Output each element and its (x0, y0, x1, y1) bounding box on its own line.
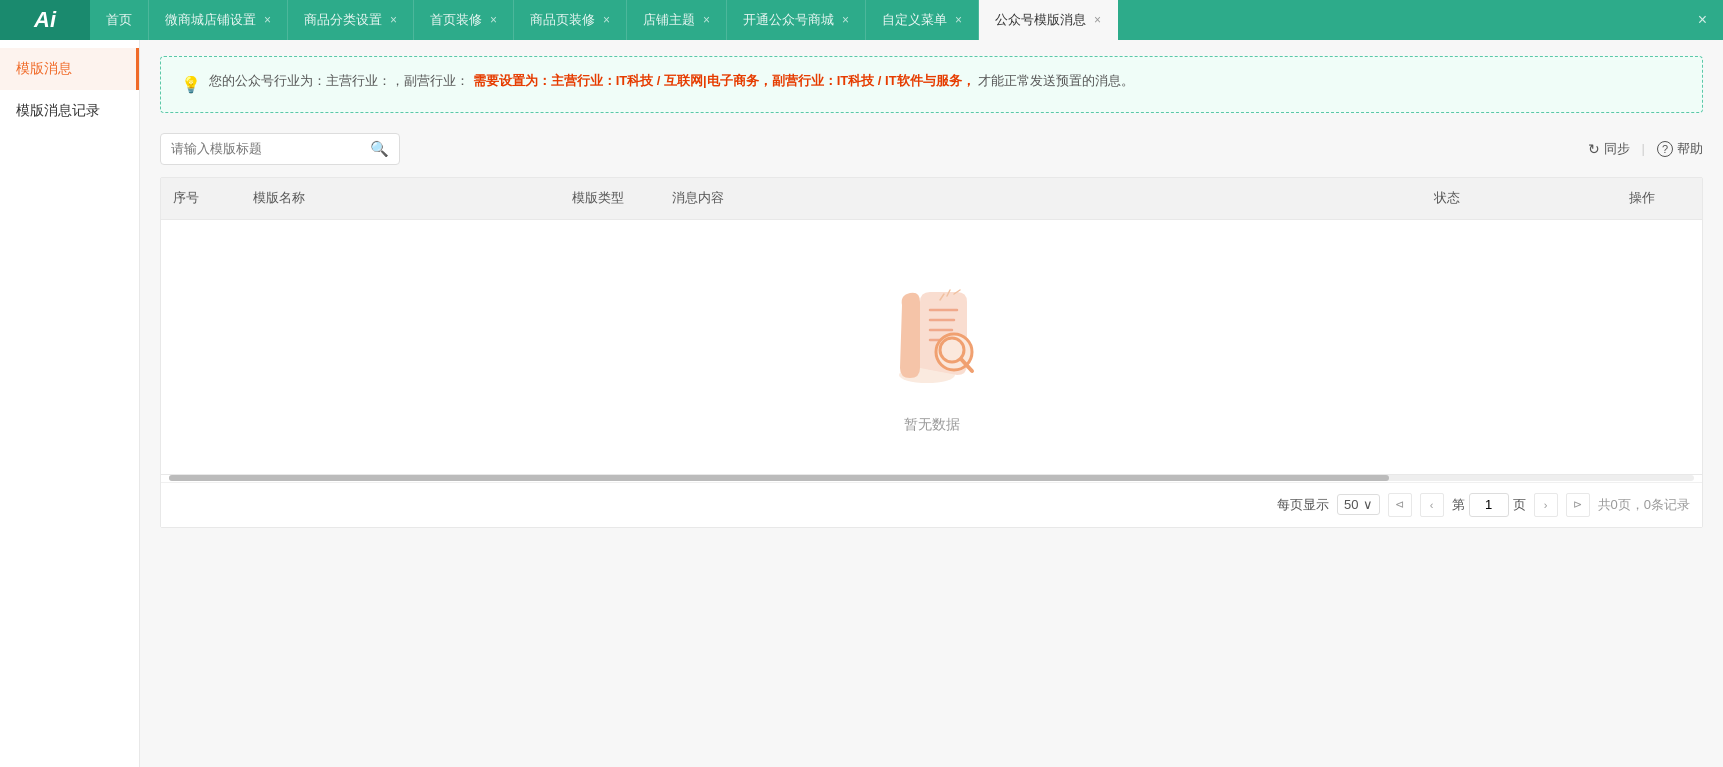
col-action: 操作 (1582, 189, 1702, 207)
sidebar-item-template-msg-log[interactable]: 模版消息记录 (0, 90, 139, 132)
close-tab-category-settings[interactable]: × (390, 14, 397, 26)
search-row: 🔍 ↻ 同步 | ? 帮助 (160, 133, 1703, 165)
close-tab-home-decor[interactable]: × (490, 14, 497, 26)
notice-box: 💡 您的公众号行业为：主营行业：，副营行业： 需要设置为：主营行业：IT科技 /… (160, 56, 1703, 113)
help-label: 帮助 (1677, 140, 1703, 158)
page-di-label: 第 (1452, 496, 1465, 514)
total-info: 共0页，0条记录 (1598, 496, 1690, 514)
next-page-button[interactable]: › (1534, 493, 1558, 517)
page-size-label: 每页显示 (1277, 496, 1329, 514)
nav-tabs: 首页微商城店铺设置×商品分类设置×首页装修×商品页装修×店铺主题×开通公众号商城… (90, 0, 1682, 40)
top-nav: Ai 首页微商城店铺设置×商品分类设置×首页装修×商品页装修×店铺主题×开通公众… (0, 0, 1723, 40)
notice-suffix: 才能正常发送预置的消息。 (978, 73, 1134, 88)
first-page-button[interactable]: ⊲ (1388, 493, 1412, 517)
page-size-select[interactable]: 50 ∨ (1337, 494, 1379, 515)
current-page-input[interactable] (1469, 493, 1509, 517)
page-input-group: 第 页 (1452, 493, 1526, 517)
nav-tab-shop-theme[interactable]: 店铺主题× (627, 0, 727, 40)
main-layout: 模版消息模版消息记录 💡 您的公众号行业为：主营行业：，副营行业： 需要设置为：… (0, 40, 1723, 767)
empty-state: 暂无数据 (161, 220, 1702, 474)
main-content: 💡 您的公众号行业为：主营行业：，副营行业： 需要设置为：主营行业：IT科技 /… (140, 40, 1723, 767)
empty-illustration (872, 280, 992, 400)
notice-icon: 💡 (181, 72, 201, 98)
close-tab-shop-settings[interactable]: × (264, 14, 271, 26)
sync-icon: ↻ (1588, 141, 1600, 157)
close-tab-template-msg[interactable]: × (1094, 14, 1101, 26)
nav-tab-shop-settings[interactable]: 微商城店铺设置× (149, 0, 288, 40)
empty-text: 暂无数据 (904, 416, 960, 434)
pagination: 每页显示 50 ∨ ⊲ ‹ 第 页 › ⊳ 共0页，0条记录 (161, 482, 1702, 527)
app-logo: Ai (0, 0, 90, 40)
search-input-wrap[interactable]: 🔍 (160, 133, 400, 165)
close-tab-shop-theme[interactable]: × (703, 14, 710, 26)
col-name: 模版名称 (241, 189, 560, 207)
col-content: 消息内容 (660, 189, 1422, 207)
close-tab-open-mall[interactable]: × (842, 14, 849, 26)
sidebar-item-template-msg[interactable]: 模版消息 (0, 48, 139, 90)
horizontal-scrollbar[interactable] (161, 474, 1702, 482)
scroll-thumb (169, 475, 1389, 481)
nav-tab-category-settings[interactable]: 商品分类设置× (288, 0, 414, 40)
prev-page-button[interactable]: ‹ (1420, 493, 1444, 517)
sidebar-menu: 模版消息模版消息记录 (0, 48, 139, 132)
nav-tab-product-decor[interactable]: 商品页装修× (514, 0, 627, 40)
sync-button[interactable]: ↻ 同步 (1588, 140, 1630, 158)
last-page-button[interactable]: ⊳ (1566, 493, 1590, 517)
nav-tab-template-msg[interactable]: 公众号模版消息× (979, 0, 1118, 40)
search-icon[interactable]: 🔍 (370, 140, 389, 158)
table-header: 序号 模版名称 模版类型 消息内容 状态 操作 (161, 178, 1702, 220)
logo-text: Ai (34, 7, 56, 33)
divider: | (1642, 141, 1645, 156)
col-type: 模版类型 (560, 189, 660, 207)
search-input[interactable] (171, 141, 370, 156)
nav-tab-open-mall[interactable]: 开通公众号商城× (727, 0, 866, 40)
close-tab-product-decor[interactable]: × (603, 14, 610, 26)
page-unit-label: 页 (1513, 496, 1526, 514)
help-icon: ? (1657, 141, 1673, 157)
nav-tab-home-decor[interactable]: 首页装修× (414, 0, 514, 40)
close-tab-custom-menu[interactable]: × (955, 14, 962, 26)
notice-text: 您的公众号行业为：主营行业：，副营行业： 需要设置为：主营行业：IT科技 / 互… (209, 71, 1134, 92)
toolbar-right: ↻ 同步 | ? 帮助 (1588, 140, 1703, 158)
chevron-down-icon: ∨ (1363, 497, 1373, 512)
nav-tab-custom-menu[interactable]: 自定义菜单× (866, 0, 979, 40)
close-all-button[interactable]: × (1682, 11, 1723, 29)
data-table: 序号 模版名称 模版类型 消息内容 状态 操作 (160, 177, 1703, 528)
scroll-track (169, 475, 1694, 481)
col-seq: 序号 (161, 189, 241, 207)
nav-tab-home[interactable]: 首页 (90, 0, 149, 40)
help-button[interactable]: ? 帮助 (1657, 140, 1703, 158)
col-status: 状态 (1422, 189, 1582, 207)
page-size-value: 50 (1344, 497, 1358, 512)
sidebar: 模版消息模版消息记录 (0, 40, 140, 767)
notice-prefix: 您的公众号行业为：主营行业：，副营行业： (209, 73, 469, 88)
notice-highlight: 需要设置为：主营行业：IT科技 / 互联网|电子商务，副营行业：IT科技 / I… (473, 73, 975, 88)
sync-label: 同步 (1604, 140, 1630, 158)
